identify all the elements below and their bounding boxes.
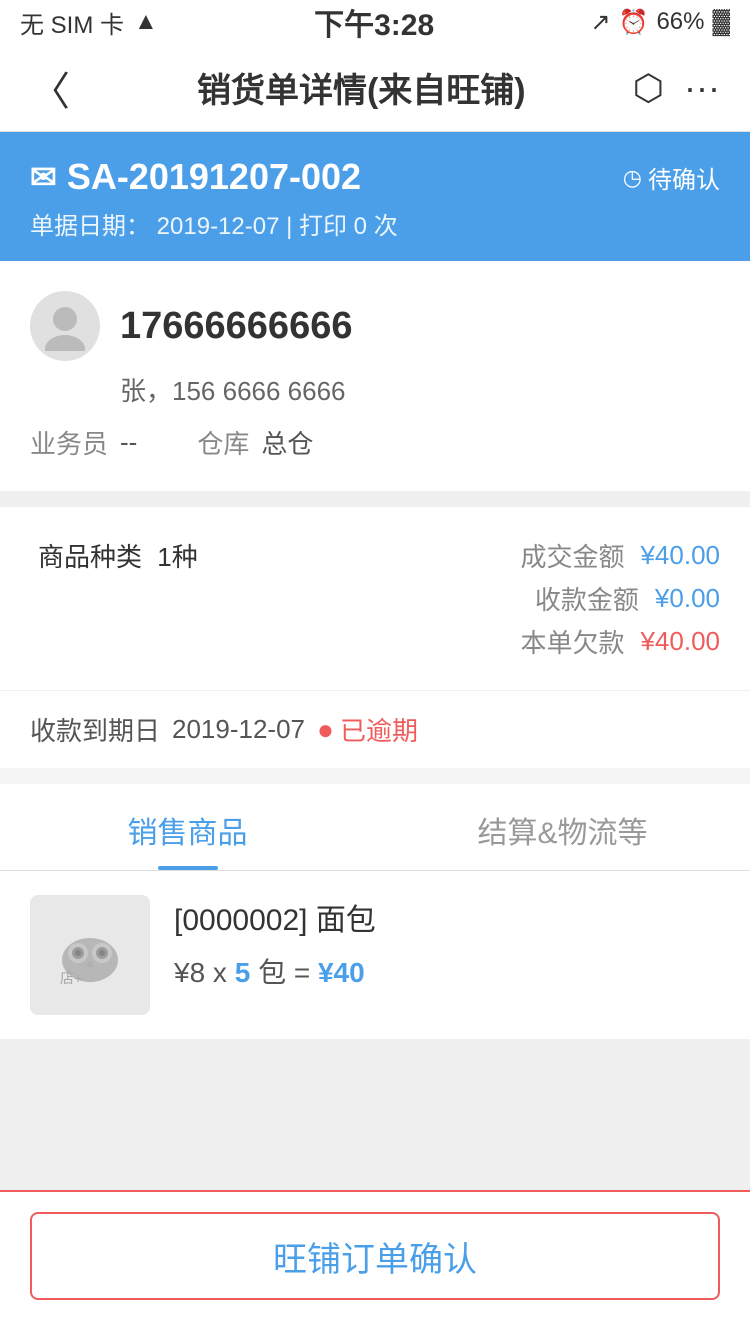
status-time: 下午3:28: [314, 0, 434, 44]
due-date-section: 收款到期日 2019-12-07 ● 已逾期: [0, 690, 750, 768]
customer-top: 17666666666: [30, 291, 720, 361]
product-quantity: 5: [235, 957, 251, 988]
sales-value: --: [120, 427, 137, 458]
signal-icon: ↗: [590, 8, 610, 37]
product-price-row: ¥8 x 5 包 = ¥40: [174, 951, 720, 991]
summary-right: 成交金额 ¥40.00 收款金额 ¥0.00 本单欠款 ¥40.00: [520, 537, 720, 660]
order-print-info: | 打印 0 次: [286, 213, 398, 240]
product-unit: 包 =: [258, 957, 318, 988]
alarm-icon: ⏰: [619, 8, 649, 37]
warehouse-label: 仓库: [197, 424, 249, 461]
status-left: 无 SIM 卡 ▲: [20, 5, 158, 40]
wifi-icon: ▲: [134, 8, 158, 36]
order-date: 单据日期： 2019-12-07 | 打印 0 次: [30, 206, 398, 241]
order-icon: ✉: [30, 158, 57, 196]
tab-settlement[interactable]: 结算&物流等: [375, 784, 750, 870]
svg-text:店+: 店+: [60, 970, 82, 985]
battery-label: 66%: [656, 8, 704, 36]
product-image: 店+: [30, 895, 150, 1015]
tabs-section: 销售商品 结算&物流等 店+: [0, 784, 750, 1039]
owl-icon: 店+: [50, 925, 130, 985]
amount-value-2: ¥0.00: [655, 583, 720, 614]
product-unit-price: ¥8 x: [174, 957, 235, 988]
share-button[interactable]: ⬡: [633, 67, 664, 109]
due-date-value: 2019-12-07: [172, 714, 305, 745]
amount-label-3: 本单欠款: [520, 623, 624, 660]
order-header: ✉ SA-20191207-002 单据日期： 2019-12-07 | 打印 …: [0, 132, 750, 261]
product-item: 店+ [0000002] 面包 ¥8 x 5 包 = ¥40: [0, 871, 750, 1039]
amount-value-1: ¥40.00: [640, 540, 720, 571]
tab-products[interactable]: 销售商品: [0, 784, 375, 870]
confirm-order-button[interactable]: 旺铺订单确认: [30, 1212, 720, 1300]
sales-info: 业务员 --: [30, 424, 137, 461]
status-bar: 无 SIM 卡 ▲ 下午3:28 ↗ ⏰ 66% ▓: [0, 0, 750, 44]
battery-icon: ▓: [713, 8, 731, 36]
more-button[interactable]: ···: [684, 67, 720, 109]
customer-meta: 业务员 -- 仓库 总仓: [30, 424, 720, 461]
nav-bar: 〈 销货单详情(来自旺铺) ⬡ ···: [0, 44, 750, 132]
amount-row-1: 成交金额 ¥40.00: [520, 537, 720, 574]
product-type: 商品种类 1种: [30, 537, 198, 574]
overdue-badge: ● 已逾期: [317, 711, 418, 748]
tab-products-label: 销售商品: [128, 817, 248, 850]
carrier-label: 无 SIM 卡: [20, 5, 124, 40]
overdue-icon: ●: [317, 714, 334, 746]
warehouse-value: 总仓: [261, 424, 313, 461]
page-title: 销货单详情(来自旺铺): [197, 63, 526, 112]
product-list: 店+ [0000002] 面包 ¥8 x 5 包 = ¥40: [0, 871, 750, 1039]
tabs-header: 销售商品 结算&物流等: [0, 784, 750, 871]
customer-name: 张，156 6666 6666: [30, 371, 720, 408]
order-id-text: SA-20191207-002: [67, 156, 361, 198]
summary-section: 商品种类 1种 成交金额 ¥40.00 收款金额 ¥0.00 本单欠款 ¥40.…: [0, 507, 750, 690]
product-code: [0000002]: [174, 904, 307, 937]
sales-label: 业务员: [30, 424, 108, 461]
due-date-label: 收款到期日: [30, 711, 160, 748]
status-text: 待确认: [648, 160, 720, 195]
warehouse-info: 仓库 总仓: [197, 424, 313, 461]
amount-label-1: 成交金额: [520, 537, 624, 574]
amount-row-3: 本单欠款 ¥40.00: [520, 623, 720, 660]
product-type-label: 商品种类: [38, 542, 142, 572]
order-date-label: 单据日期：: [30, 213, 150, 240]
tab-settlement-label: 结算&物流等: [477, 817, 647, 850]
customer-section: 17666666666 张，156 6666 6666 业务员 -- 仓库 总仓: [0, 261, 750, 491]
summary-left: 商品种类 1种: [30, 537, 198, 574]
customer-phone: 17666666666: [120, 305, 352, 348]
overdue-text: 已逾期: [340, 711, 418, 748]
status-clock-icon: ◷: [623, 165, 642, 191]
amount-value-3: ¥40.00: [640, 626, 720, 657]
product-info: [0000002] 面包 ¥8 x 5 包 = ¥40: [174, 895, 720, 991]
product-title: 面包: [316, 904, 376, 937]
order-date-value: 2019-12-07: [157, 213, 280, 240]
back-button[interactable]: 〈: [30, 59, 90, 117]
product-name: [0000002] 面包: [174, 895, 720, 939]
person-icon: [40, 301, 90, 351]
divider-1: [0, 491, 750, 507]
bottom-action: 旺铺订单确认: [0, 1190, 750, 1334]
product-total: ¥40: [318, 957, 365, 988]
product-type-value: 1种: [157, 542, 197, 572]
order-id: ✉ SA-20191207-002: [30, 156, 398, 198]
amount-label-2: 收款金额: [535, 580, 639, 617]
nav-actions: ⬡ ···: [633, 67, 720, 109]
order-header-left: ✉ SA-20191207-002 单据日期： 2019-12-07 | 打印 …: [30, 156, 398, 241]
amount-row-2: 收款金额 ¥0.00: [535, 580, 720, 617]
customer-avatar: [30, 291, 100, 361]
status-right: ↗ ⏰ 66% ▓: [590, 8, 730, 37]
order-status: ◷ 待确认: [623, 160, 720, 195]
